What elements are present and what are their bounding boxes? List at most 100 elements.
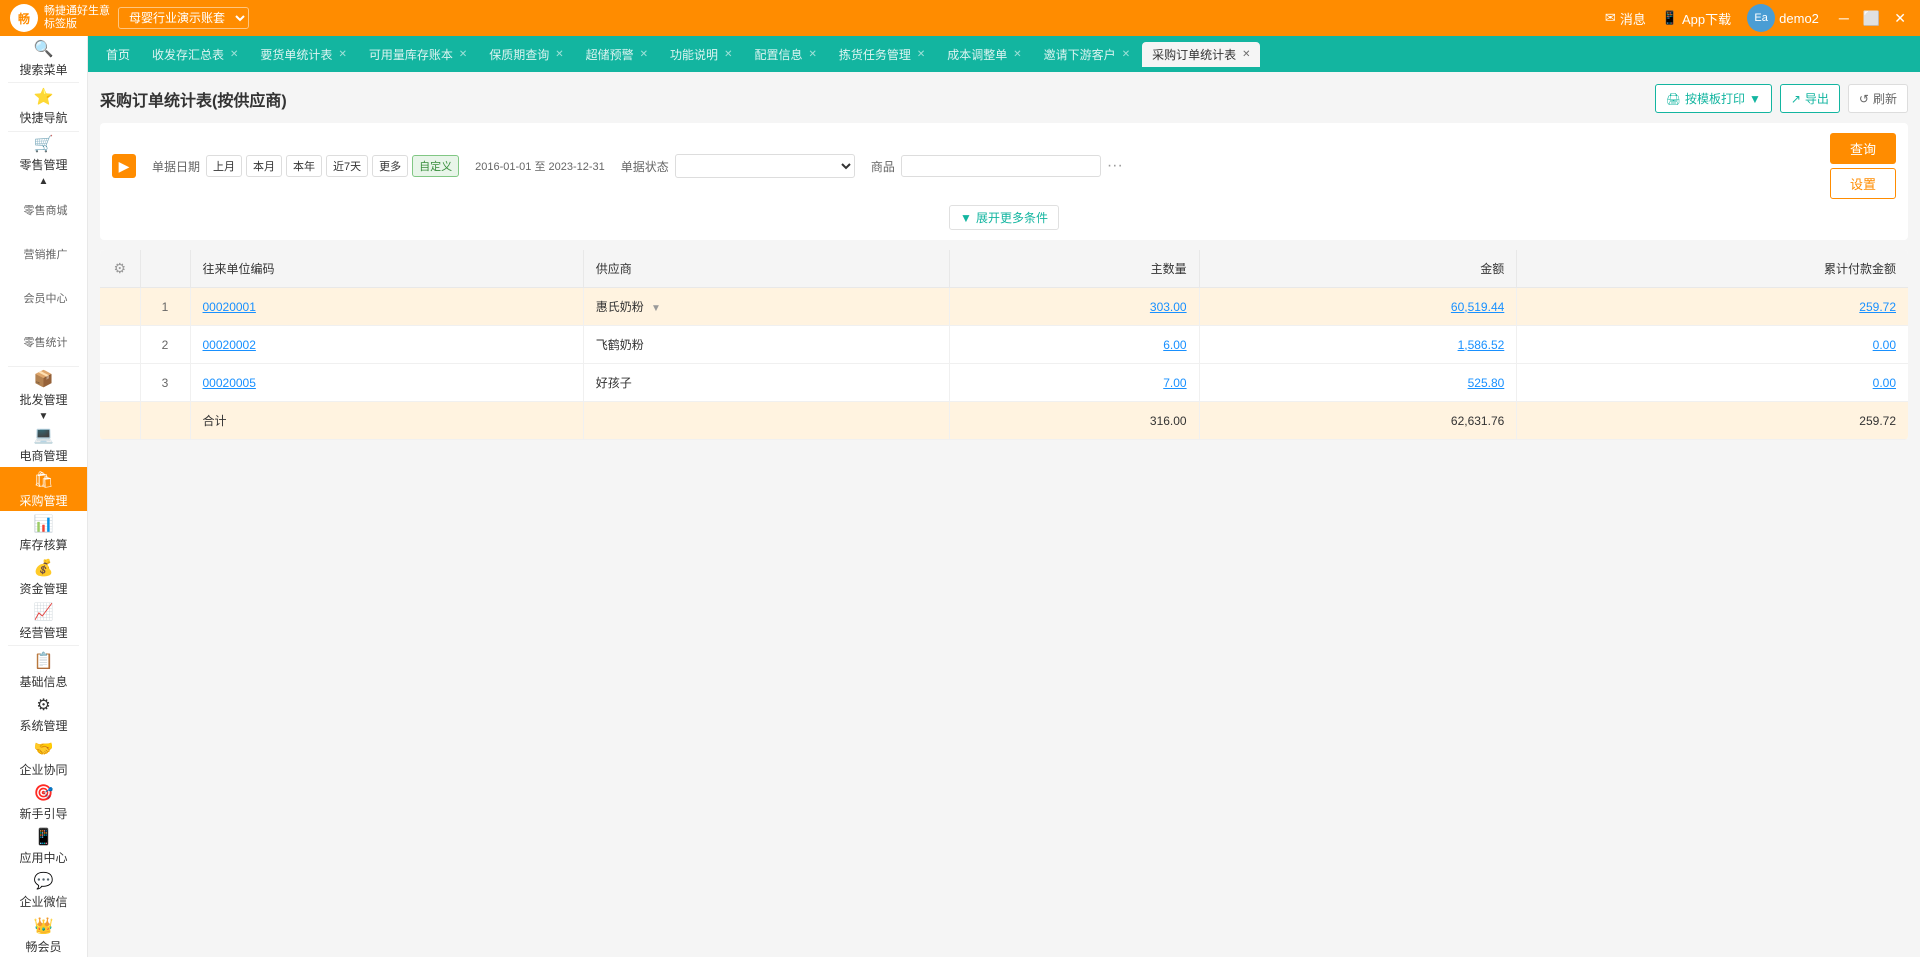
qty-link-1[interactable]: 303.00 [1150, 300, 1187, 314]
tab-close-invite[interactable]: ✕ [1122, 49, 1130, 60]
paid-link-3[interactable]: 0.00 [1873, 376, 1896, 390]
workspace-select[interactable]: 母婴行业演示账套 [118, 7, 249, 29]
sidebar-item-newbie[interactable]: 🎯 新手引导 [0, 781, 87, 825]
sidebar-item-wechat[interactable]: 💬 企业微信 [0, 869, 87, 913]
tab-function-desc[interactable]: 功能说明 ✕ [660, 42, 742, 67]
restore-btn[interactable]: ⬜ [1859, 8, 1884, 29]
operations-icon: 📈 [34, 602, 54, 622]
divider-1 [8, 82, 79, 83]
sidebar-item-retail-stats[interactable]: 零售统计 [0, 320, 87, 364]
date-shortcut-this-year[interactable]: 本年 [286, 155, 322, 177]
stock-icon: 📊 [34, 514, 54, 534]
sidebar-item-finance[interactable]: 💰 资金管理 [0, 555, 87, 599]
sidebar-item-ecommerce[interactable]: 💻 电商管理 [0, 423, 87, 467]
app-download-btn[interactable]: 📱 App下载 [1662, 9, 1731, 28]
user-menu-btn[interactable]: Ea demo2 [1747, 4, 1819, 32]
amount-link-3[interactable]: 525.80 [1468, 376, 1505, 390]
table-container: ⚙ 往来单位编码 供应商 主数量 金额 累计付款金额 [100, 250, 1908, 440]
tab-config-info[interactable]: 配置信息 ✕ [744, 42, 826, 67]
tab-expiry-query[interactable]: 保质期查询 ✕ [479, 42, 573, 67]
tab-purchase-summary[interactable]: 采购订单统计表 ✕ [1142, 42, 1260, 67]
supplier-code-link-1[interactable]: 00020001 [203, 300, 256, 314]
sidebar-item-shortcut[interactable]: ⭐ 快捷导航 [0, 85, 87, 129]
paid-link-2[interactable]: 0.00 [1873, 338, 1896, 352]
supplier-code-link-3[interactable]: 00020005 [203, 376, 256, 390]
filter-toggle-btn[interactable]: ▶ [112, 154, 136, 178]
tab-pickup-task[interactable]: 拣货任务管理 ✕ [829, 42, 935, 67]
column-settings-icon[interactable]: ⚙ [113, 260, 126, 276]
filter-expand: ▼ 展开更多条件 [112, 199, 1896, 230]
sidebar-item-operations[interactable]: 📈 经营管理 [0, 599, 87, 643]
tab-close-cost[interactable]: ✕ [1013, 49, 1021, 60]
tab-close-pickup[interactable]: ✕ [917, 49, 925, 60]
settings-btn[interactable]: 设置 [1830, 168, 1896, 199]
sidebar-item-wholesale[interactable]: 📦 批发管理 ▼ [0, 369, 87, 423]
row-amount-3: 525.80 [1199, 364, 1517, 402]
tab-close-goods[interactable]: ✕ [338, 49, 346, 60]
more-options-icon[interactable]: ··· [1107, 157, 1123, 175]
home-tab-label: 首页 [106, 46, 130, 63]
date-custom-badge: 自定义 [412, 155, 459, 177]
sidebar-item-marketing[interactable]: 营销推广 [0, 232, 87, 276]
goods-input[interactable] [901, 155, 1101, 177]
template-print-btn[interactable]: 🖨 按模板打印 ▼ [1655, 84, 1772, 113]
sidebar-item-retail[interactable]: 🛒 零售管理 ▲ [0, 134, 87, 188]
expand-more-btn[interactable]: ▼ 展开更多条件 [949, 205, 1059, 230]
tab-close-config[interactable]: ✕ [808, 49, 816, 60]
filter-status-item: 单据状态 [621, 154, 855, 178]
qty-link-2[interactable]: 6.00 [1163, 338, 1186, 352]
refresh-icon: ↺ [1859, 92, 1869, 106]
supplier-code-link-2[interactable]: 00020002 [203, 338, 256, 352]
sidebar-item-vip[interactable]: 👑 畅会员 [0, 913, 87, 957]
row-amount-1: 60,519.44 [1199, 288, 1517, 326]
tab-home[interactable]: 首页 [96, 42, 140, 67]
sidebar-item-retail-shop[interactable]: 零售商城 [0, 188, 87, 232]
amount-link-1[interactable]: 60,519.44 [1451, 300, 1504, 314]
footer-qty: 316.00 [949, 402, 1199, 440]
sidebar-item-enterprise[interactable]: 🤝 企业协同 [0, 736, 87, 780]
tab-available-stock[interactable]: 可用量库存账本 ✕ [359, 42, 477, 67]
message-btn[interactable]: ✉ 消息 [1605, 9, 1646, 28]
date-shortcut-7days[interactable]: 近7天 [326, 155, 368, 177]
finance-icon: 💰 [34, 558, 54, 578]
row-amount-2: 1,586.52 [1199, 326, 1517, 364]
top-bar: 畅 畅捷通好生意 标签版 母婴行业演示账套 ✉ 消息 📱 App下载 Ea de… [0, 0, 1920, 36]
export-btn[interactable]: ↗ 导出 [1780, 84, 1840, 113]
footer-index [140, 402, 190, 440]
logo-text: 畅捷通好生意 标签版 [44, 5, 110, 31]
amount-link-2[interactable]: 1,586.52 [1458, 338, 1505, 352]
tab-cost-adjust[interactable]: 成本调整单 ✕ [937, 42, 1031, 67]
filter-area: ▶ 单据日期 上月 本月 本年 近7天 更多 自定义 [100, 123, 1908, 240]
sidebar-item-system[interactable]: ⚙ 系统管理 [0, 692, 87, 736]
tab-receive-summary[interactable]: 收发存汇总表 ✕ [142, 42, 248, 67]
sidebar-item-purchase[interactable]: 🛍 采购管理 [0, 467, 87, 511]
sidebar-item-app-center[interactable]: 📱 应用中心 [0, 825, 87, 869]
tab-goods-summary[interactable]: 要货单统计表 ✕ [250, 42, 356, 67]
tab-close-function[interactable]: ✕ [724, 49, 732, 60]
close-window-btn[interactable]: ✕ [1890, 8, 1910, 29]
sidebar-item-search[interactable]: 🔍 搜索菜单 [0, 36, 87, 80]
sidebar-item-member[interactable]: 会员中心 [0, 276, 87, 320]
tab-close-overstock[interactable]: ✕ [640, 49, 648, 60]
tab-overstock[interactable]: 超储预警 ✕ [576, 42, 658, 67]
tab-close-available[interactable]: ✕ [459, 49, 467, 60]
tab-close-receive[interactable]: ✕ [230, 49, 238, 60]
qty-link-3[interactable]: 7.00 [1163, 376, 1186, 390]
row-supplier-name-3: 好孩子 [583, 364, 949, 402]
sidebar-item-stock[interactable]: 📊 库存核算 [0, 511, 87, 555]
tab-close-expiry[interactable]: ✕ [555, 49, 563, 60]
minimize-btn[interactable]: ─ [1835, 8, 1853, 28]
paid-link-1[interactable]: 259.72 [1859, 300, 1896, 314]
refresh-btn[interactable]: ↺ 刷新 [1848, 84, 1908, 113]
top-bar-left: 畅 畅捷通好生意 标签版 母婴行业演示账套 [10, 4, 249, 32]
date-shortcut-prev-month[interactable]: 上月 [206, 155, 242, 177]
date-more-btn[interactable]: 更多 [372, 155, 408, 177]
date-shortcut-this-month[interactable]: 本月 [246, 155, 282, 177]
query-btn[interactable]: 查询 [1830, 133, 1896, 164]
tab-close-purchase[interactable]: ✕ [1242, 49, 1250, 60]
tab-invite-downstream[interactable]: 邀请下游客户 ✕ [1034, 42, 1140, 67]
status-select[interactable] [675, 154, 855, 178]
expand-supplier-icon[interactable]: ▼ [651, 303, 661, 314]
sidebar-item-basic[interactable]: 📋 基础信息 [0, 648, 87, 692]
message-icon: ✉ [1605, 10, 1616, 26]
